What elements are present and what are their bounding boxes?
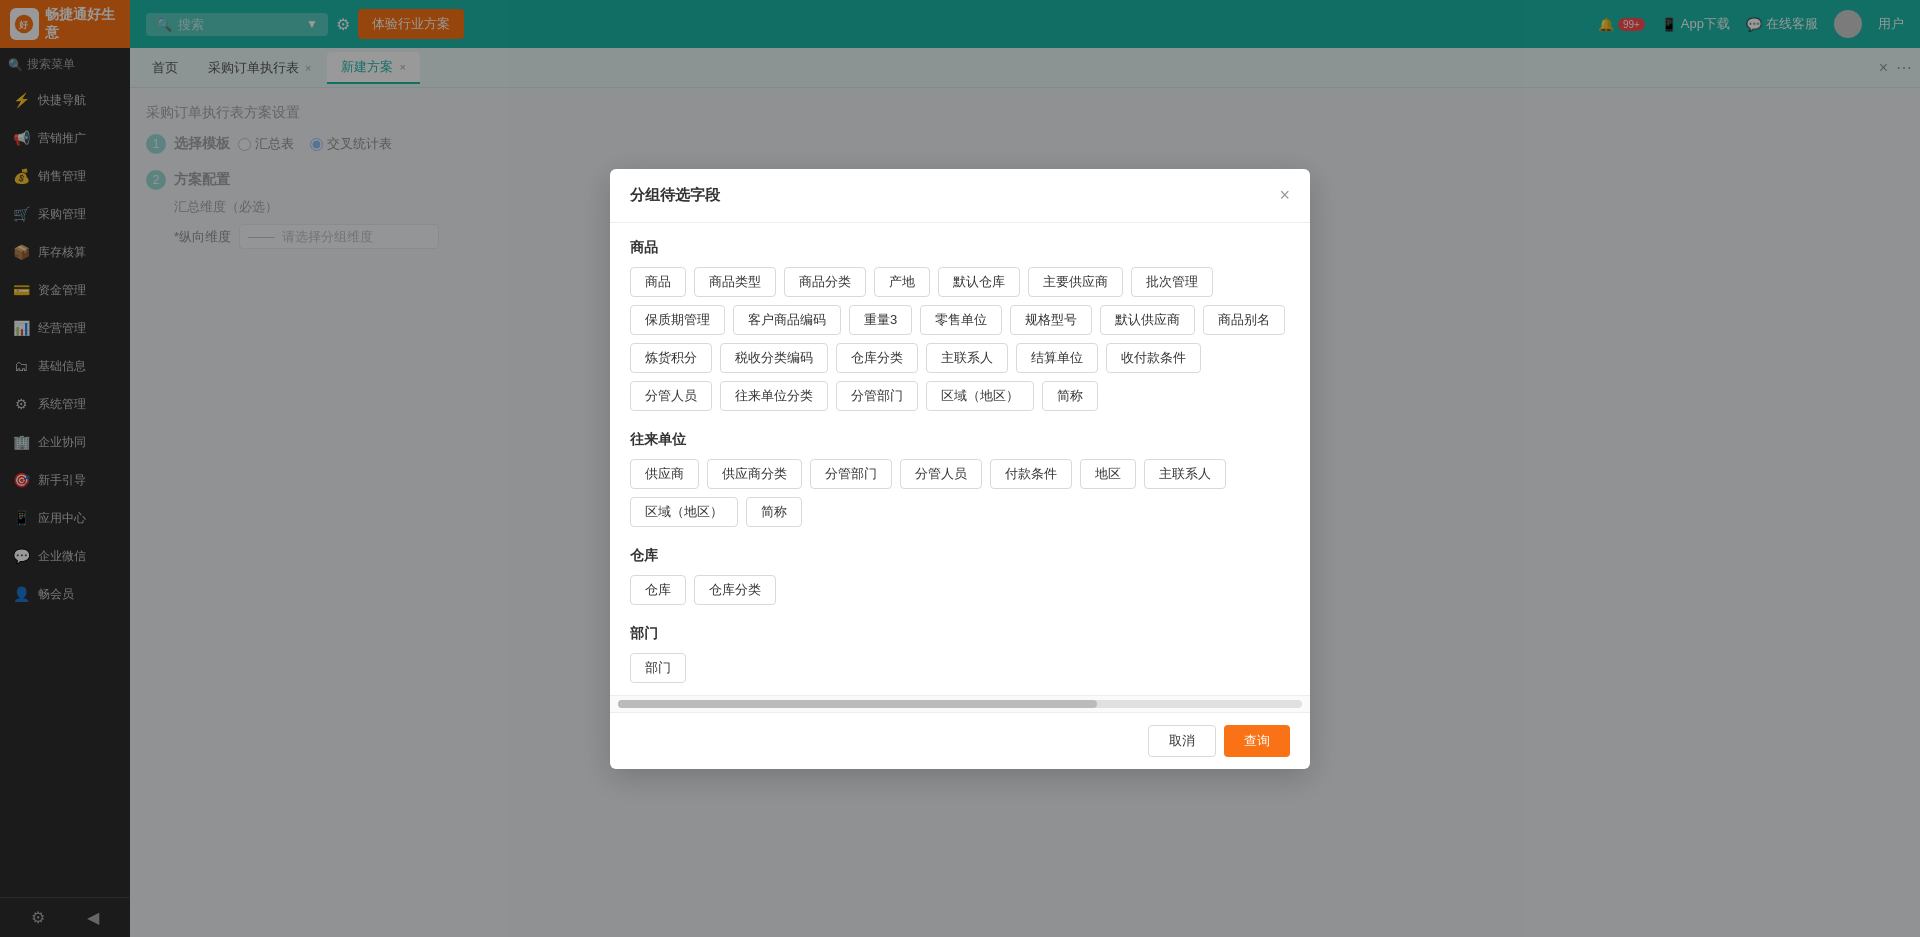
field-tag[interactable]: 分管部门 — [810, 459, 892, 489]
field-tag[interactable]: 规格型号 — [1010, 305, 1092, 335]
field-tag[interactable]: 分管人员 — [630, 381, 712, 411]
confirm-button[interactable]: 查询 — [1224, 725, 1290, 757]
field-tag[interactable]: 区域（地区） — [630, 497, 738, 527]
field-tag[interactable]: 客户商品编码 — [733, 305, 841, 335]
field-tag[interactable]: 商品类型 — [694, 267, 776, 297]
field-tag[interactable]: 分管人员 — [900, 459, 982, 489]
field-tag[interactable]: 商品 — [630, 267, 686, 297]
field-tag[interactable]: 税收分类编码 — [720, 343, 828, 373]
field-tag[interactable]: 结算单位 — [1016, 343, 1098, 373]
field-tag[interactable]: 往来单位分类 — [720, 381, 828, 411]
field-tag[interactable]: 商品分类 — [784, 267, 866, 297]
field-tag[interactable]: 供应商 — [630, 459, 699, 489]
field-group-department: 部门 部门 — [630, 625, 1290, 683]
field-group-warehouse-title: 仓库 — [630, 547, 1290, 565]
field-tag[interactable]: 区域（地区） — [926, 381, 1034, 411]
field-tag[interactable]: 商品别名 — [1203, 305, 1285, 335]
cancel-button[interactable]: 取消 — [1148, 725, 1216, 757]
field-tags-warehouse: 仓库 仓库分类 — [630, 575, 1290, 605]
field-group-department-title: 部门 — [630, 625, 1290, 643]
field-tag[interactable]: 仓库分类 — [836, 343, 918, 373]
field-tag[interactable]: 零售单位 — [920, 305, 1002, 335]
field-group-product-title: 商品 — [630, 239, 1290, 257]
field-group-warehouse: 仓库 仓库 仓库分类 — [630, 547, 1290, 605]
field-tag[interactable]: 主联系人 — [1144, 459, 1226, 489]
field-tag[interactable]: 收付款条件 — [1106, 343, 1201, 373]
field-tag[interactable]: 产地 — [874, 267, 930, 297]
modal-hscroll-thumb[interactable] — [618, 700, 1097, 708]
field-tags-department: 部门 — [630, 653, 1290, 683]
field-tags-product: 商品 商品类型 商品分类 产地 默认仓库 主要供应商 批次管理 保质期管理 客户… — [630, 267, 1290, 411]
field-tag[interactable]: 炼货积分 — [630, 343, 712, 373]
field-tag[interactable]: 默认供应商 — [1100, 305, 1195, 335]
modal-body[interactable]: 商品 商品 商品类型 商品分类 产地 默认仓库 主要供应商 批次管理 保质期管理… — [610, 223, 1310, 695]
field-tag[interactable]: 地区 — [1080, 459, 1136, 489]
field-select-modal: 分组待选字段 × 商品 商品 商品类型 商品分类 产地 默认仓库 主要供应商 批… — [610, 169, 1310, 769]
field-tag[interactable]: 仓库分类 — [694, 575, 776, 605]
field-tag[interactable]: 主要供应商 — [1028, 267, 1123, 297]
field-tag[interactable]: 简称 — [1042, 381, 1098, 411]
field-tags-partner: 供应商 供应商分类 分管部门 分管人员 付款条件 地区 主联系人 区域（地区） … — [630, 459, 1290, 527]
modal-overlay: 分组待选字段 × 商品 商品 商品类型 商品分类 产地 默认仓库 主要供应商 批… — [0, 0, 1920, 937]
field-tag[interactable]: 主联系人 — [926, 343, 1008, 373]
field-tag[interactable]: 供应商分类 — [707, 459, 802, 489]
field-tag[interactable]: 简称 — [746, 497, 802, 527]
field-tag[interactable]: 部门 — [630, 653, 686, 683]
field-tag[interactable]: 批次管理 — [1131, 267, 1213, 297]
field-tag[interactable]: 分管部门 — [836, 381, 918, 411]
field-tag[interactable]: 默认仓库 — [938, 267, 1020, 297]
field-group-partner: 往来单位 供应商 供应商分类 分管部门 分管人员 付款条件 地区 主联系人 区域… — [630, 431, 1290, 527]
modal-title: 分组待选字段 — [630, 186, 720, 205]
field-tag[interactable]: 付款条件 — [990, 459, 1072, 489]
modal-footer: 取消 查询 — [610, 712, 1310, 769]
field-tag[interactable]: 仓库 — [630, 575, 686, 605]
field-group-product: 商品 商品 商品类型 商品分类 产地 默认仓库 主要供应商 批次管理 保质期管理… — [630, 239, 1290, 411]
field-tag[interactable]: 重量3 — [849, 305, 912, 335]
field-tag[interactable]: 保质期管理 — [630, 305, 725, 335]
modal-close-button[interactable]: × — [1279, 185, 1290, 206]
field-group-partner-title: 往来单位 — [630, 431, 1290, 449]
modal-header: 分组待选字段 × — [610, 169, 1310, 223]
